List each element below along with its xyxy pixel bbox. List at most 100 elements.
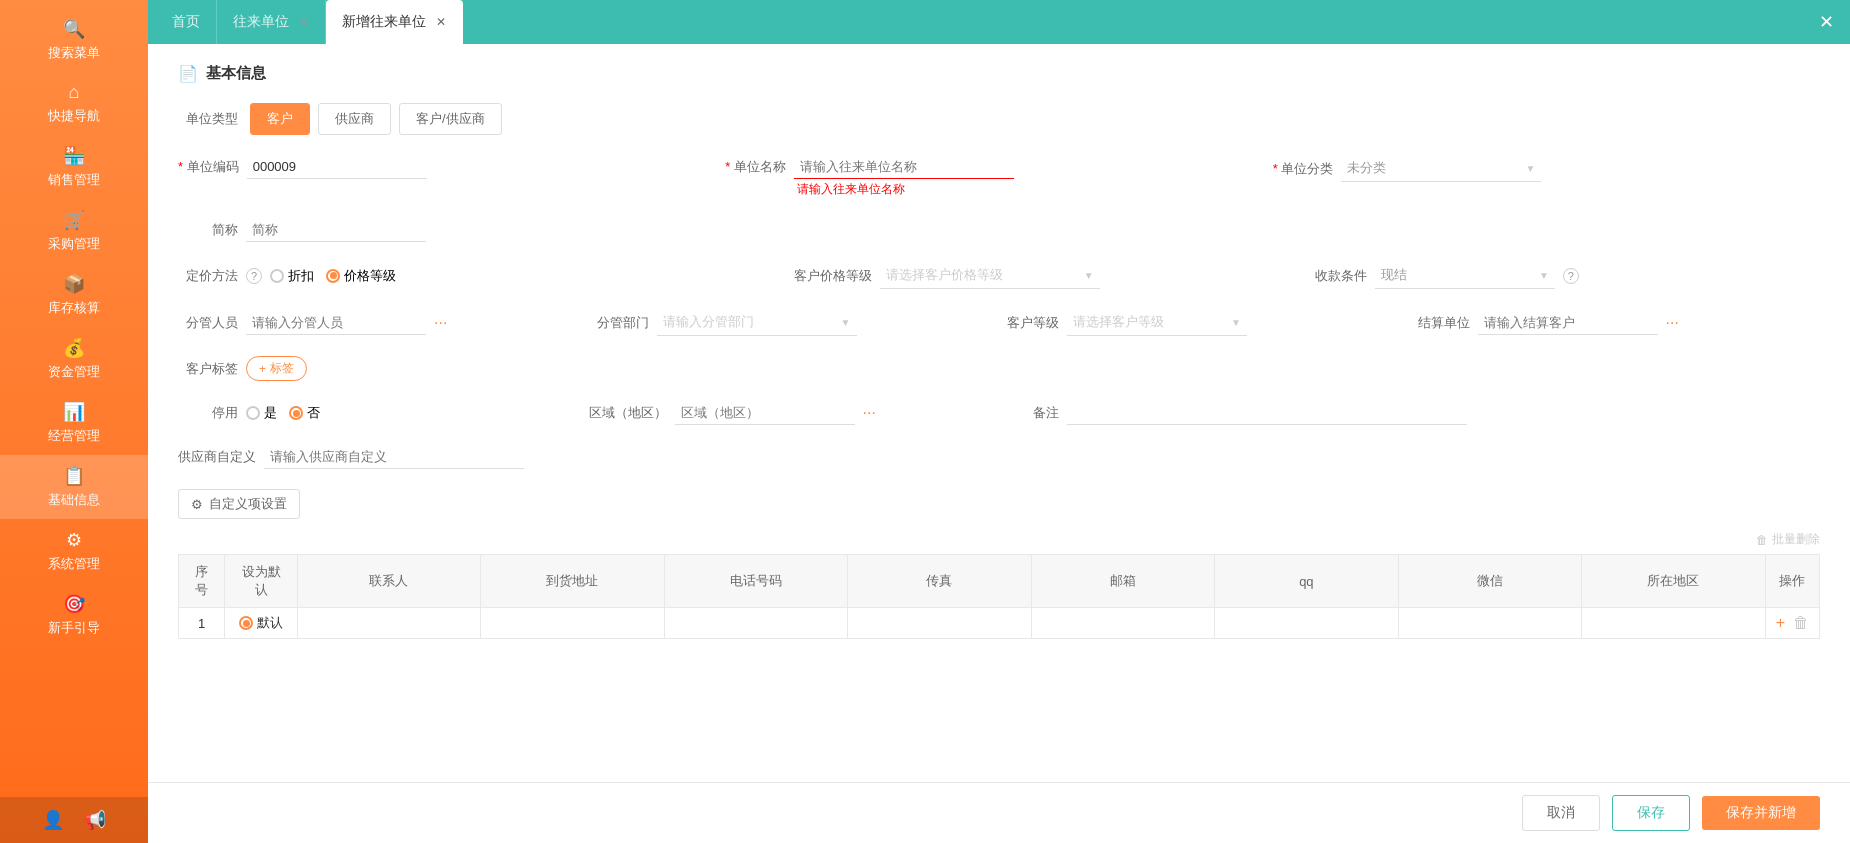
- col-address: 到货地址: [481, 555, 665, 608]
- cell-wechat[interactable]: [1398, 608, 1582, 639]
- save-button[interactable]: 保存: [1612, 795, 1690, 831]
- pricing-discount-radio[interactable]: [270, 269, 284, 283]
- pricing-discount-option[interactable]: 折扣: [270, 267, 314, 285]
- sidebar-item-sales[interactable]: 🏪 销售管理: [0, 135, 148, 199]
- window-close-button[interactable]: ✕: [1811, 11, 1842, 33]
- cell-fax[interactable]: [848, 608, 1032, 639]
- search-icon: 🔍: [63, 18, 85, 40]
- notification-icon[interactable]: 📢: [84, 809, 106, 831]
- btn-both[interactable]: 客户/供应商: [399, 103, 502, 135]
- settlement-more-button[interactable]: ···: [1662, 314, 1683, 332]
- btn-customer[interactable]: 客户: [250, 103, 310, 135]
- address-input[interactable]: [491, 616, 654, 631]
- unit-name-error: 请输入往来单位名称: [797, 182, 905, 196]
- cell-contact[interactable]: [297, 608, 481, 639]
- row-default-radio-item[interactable]: 默认: [235, 614, 286, 632]
- row-actions: + 🗑: [1776, 614, 1809, 632]
- unit-name-input[interactable]: [794, 155, 1014, 179]
- settlement-input[interactable]: [1478, 311, 1658, 335]
- manager-input[interactable]: [246, 311, 426, 335]
- contact-input[interactable]: [308, 616, 471, 631]
- remark-label: 备注: [999, 404, 1059, 422]
- sidebar-item-finance[interactable]: 💰 资金管理: [0, 327, 148, 391]
- batch-delete-button[interactable]: 🗑 批量删除: [1756, 531, 1820, 548]
- row-default-label: 默认: [257, 614, 283, 632]
- supplier-custom-input[interactable]: [264, 445, 524, 469]
- email-input[interactable]: [1042, 616, 1205, 631]
- cell-email[interactable]: [1031, 608, 1215, 639]
- sidebar-item-guide-label: 新手引导: [48, 619, 100, 637]
- col-qq: qq: [1215, 555, 1399, 608]
- settlement-label: 结算单位: [1410, 314, 1470, 332]
- customer-price-level-select[interactable]: 请选择客户价格等级 ▼: [880, 262, 1100, 289]
- tab-home[interactable]: 首页: [156, 0, 217, 44]
- cell-qq[interactable]: [1215, 608, 1399, 639]
- qq-input[interactable]: [1225, 616, 1388, 631]
- pricing-level-label: 价格等级: [344, 267, 396, 285]
- region-input[interactable]: [675, 401, 855, 425]
- fax-input[interactable]: [858, 616, 1021, 631]
- contacts-table: 序号 设为默认 联系人 到货地址 电话号码 传真 邮箱 qq 微信 所在地区 操…: [178, 554, 1820, 639]
- dept-select[interactable]: 请输入分管部门 ▼: [657, 309, 857, 336]
- sidebar-item-system[interactable]: ⚙ 系统管理: [0, 519, 148, 583]
- sidebar-item-quick-nav[interactable]: ⌂ 快捷导航: [0, 72, 148, 135]
- unit-code-input[interactable]: [247, 155, 427, 179]
- unit-code-label: 单位编码: [178, 158, 239, 176]
- short-name-label: 简称: [178, 221, 238, 239]
- phone-input[interactable]: [675, 616, 838, 631]
- btn-supplier[interactable]: 供应商: [318, 103, 391, 135]
- form-footer: 取消 保存 保存并新增: [148, 782, 1850, 843]
- custom-settings-button[interactable]: ⚙ 自定义项设置: [178, 489, 300, 519]
- region-more-button[interactable]: ···: [859, 404, 880, 422]
- wechat-input[interactable]: [1409, 616, 1572, 631]
- quick-nav-icon: ⌂: [69, 82, 80, 103]
- tab-new-partner-close[interactable]: ✕: [436, 15, 446, 29]
- short-name-input[interactable]: [246, 218, 426, 242]
- cell-phone[interactable]: [664, 608, 848, 639]
- customer-price-level-group: 客户价格等级 请选择客户价格等级 ▼: [794, 262, 1307, 289]
- row-default-radio[interactable]: [239, 616, 253, 630]
- sidebar-item-guide[interactable]: 🎯 新手引导: [0, 583, 148, 647]
- manager-row: 分管人员 ··· 分管部门 请输入分管部门 ▼ 客户等级 请选择客户等级 ▼: [178, 309, 1820, 336]
- sidebar-item-operations[interactable]: 📊 经营管理: [0, 391, 148, 455]
- sidebar-item-purchase[interactable]: 🛒 采购管理: [0, 199, 148, 263]
- sidebar-item-operations-label: 经营管理: [48, 427, 100, 445]
- settlement-group: 结算单位 ···: [1410, 311, 1821, 335]
- disable-no-option[interactable]: 否: [289, 404, 320, 422]
- disable-no-radio[interactable]: [289, 406, 303, 420]
- col-contact: 联系人: [297, 555, 481, 608]
- sidebar-item-basic-info[interactable]: 📋 基础信息: [0, 455, 148, 519]
- cell-region[interactable]: [1582, 608, 1766, 639]
- sidebar-item-inventory[interactable]: 📦 库存核算: [0, 263, 148, 327]
- customer-level-select[interactable]: 请选择客户等级 ▼: [1067, 309, 1247, 336]
- payment-terms-select[interactable]: 现结 ▼: [1375, 262, 1555, 289]
- tab-partner-list[interactable]: 往来单位 ✕: [217, 0, 326, 44]
- delete-row-button[interactable]: 🗑: [1793, 614, 1809, 632]
- region-table-input[interactable]: [1592, 616, 1755, 631]
- user-icon[interactable]: 👤: [42, 809, 64, 831]
- payment-help-icon[interactable]: ?: [1563, 268, 1579, 284]
- pricing-level-radio[interactable]: [326, 269, 340, 283]
- add-row-button[interactable]: +: [1776, 614, 1785, 632]
- save-and-new-button[interactable]: 保存并新增: [1702, 796, 1820, 830]
- cancel-button[interactable]: 取消: [1522, 795, 1600, 831]
- sidebar-item-search[interactable]: 🔍 搜索菜单: [0, 8, 148, 72]
- customer-tag-label: 客户标签: [178, 360, 238, 378]
- sidebar-item-basic-info-label: 基础信息: [48, 491, 100, 509]
- unit-name-label: 单位名称: [725, 158, 786, 176]
- payment-terms-label: 收款条件: [1307, 267, 1367, 285]
- cell-address[interactable]: [481, 608, 665, 639]
- unit-category-select[interactable]: 未分类 ▼: [1341, 155, 1541, 182]
- pricing-help-icon[interactable]: ?: [246, 268, 262, 284]
- disable-yes-option[interactable]: 是: [246, 404, 277, 422]
- tab-partner-list-close[interactable]: ✕: [299, 15, 309, 29]
- manager-more-button[interactable]: ···: [430, 314, 451, 332]
- tab-new-partner[interactable]: 新增往来单位 ✕: [326, 0, 463, 44]
- disable-yes-radio[interactable]: [246, 406, 260, 420]
- disable-region-row: 停用 是 否 区域（地区） ···: [178, 401, 1820, 425]
- operations-icon: 📊: [63, 401, 85, 423]
- pricing-level-option[interactable]: 价格等级: [326, 267, 396, 285]
- col-region: 所在地区: [1582, 555, 1766, 608]
- add-tag-button[interactable]: + 标签: [246, 356, 307, 381]
- remark-input[interactable]: [1067, 401, 1467, 425]
